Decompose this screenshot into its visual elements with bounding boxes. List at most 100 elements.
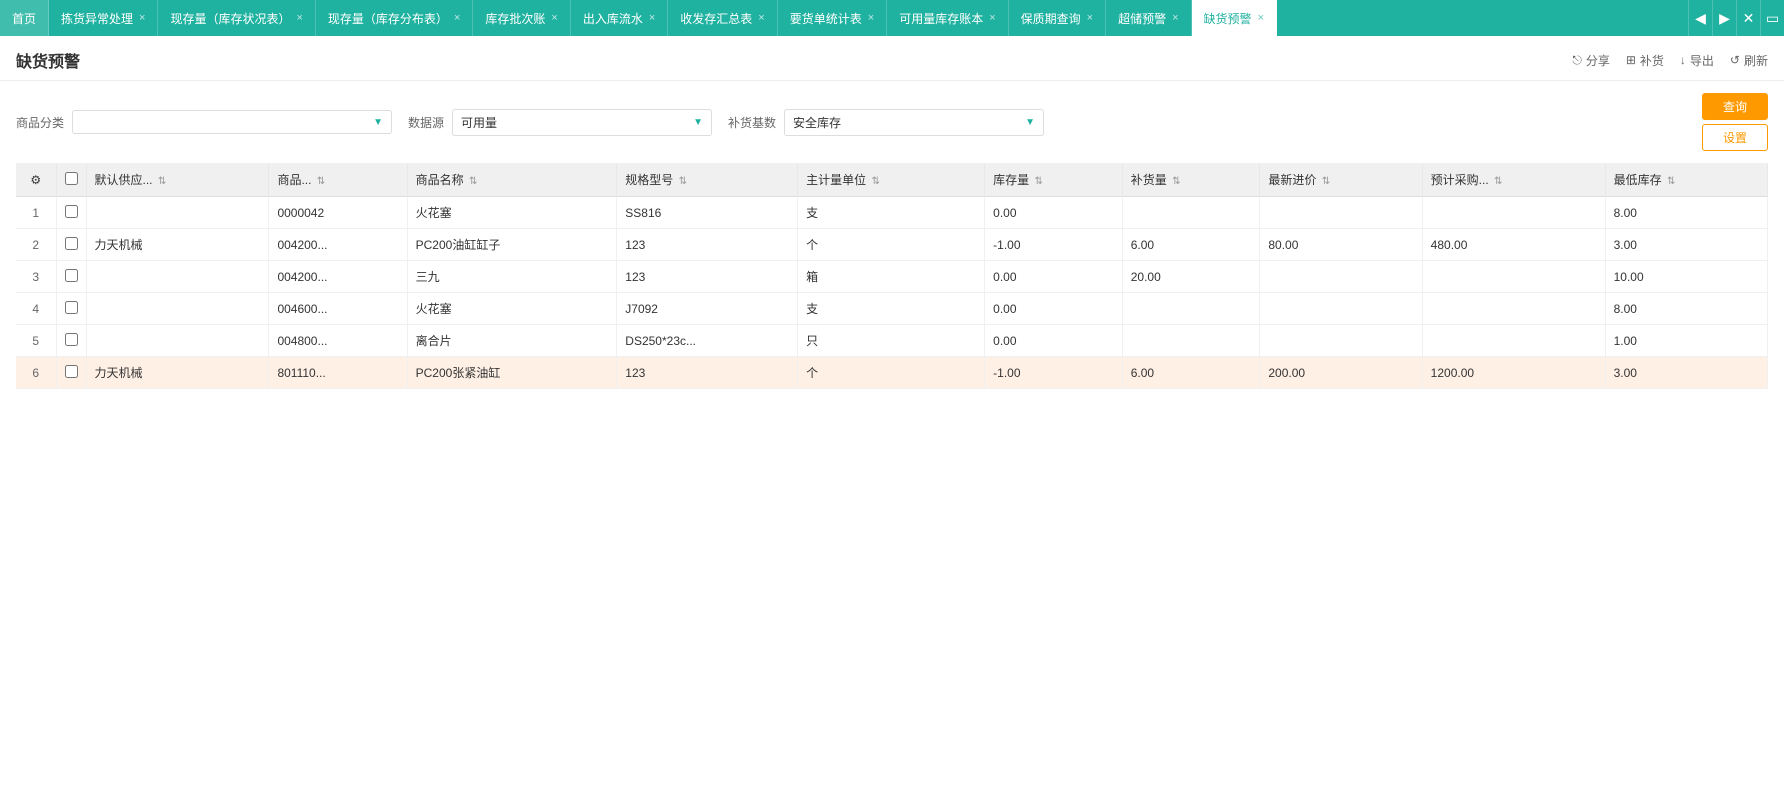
refresh-action[interactable]: ↺ 刷新 xyxy=(1730,52,1768,69)
cell-min-stock: 1.00 xyxy=(1605,325,1767,357)
tab-home[interactable]: 首页 xyxy=(0,0,49,36)
col-min-stock[interactable]: 最低库存 ⇅ xyxy=(1605,163,1767,197)
close-tab-batch-account[interactable]: × xyxy=(551,12,557,24)
select-all-checkbox[interactable] xyxy=(65,172,78,185)
cell-min-stock: 10.00 xyxy=(1605,261,1767,293)
cell-unit: 支 xyxy=(798,197,985,229)
cell-product-code: 0000042 xyxy=(269,197,407,229)
filter-area: 商品分类 ▼ 数据源 可用量 ▼ 补货基数 安全库存 ▼ 查询 设置 xyxy=(0,81,1784,163)
tab-prev-button[interactable]: ◀ xyxy=(1688,0,1712,36)
col-product-code[interactable]: 商品... ⇅ xyxy=(269,163,407,197)
table-row[interactable]: 2 力天机械 004200... PC200油缸缸子 123 个 -1.00 6… xyxy=(16,229,1768,261)
row-checkbox[interactable] xyxy=(65,237,78,250)
cell-min-stock: 3.00 xyxy=(1605,357,1767,389)
tab-restore-button[interactable]: ▭ xyxy=(1760,0,1784,36)
cell-replenish-qty xyxy=(1122,293,1260,325)
cell-product-code: 004800... xyxy=(269,325,407,357)
row-checkbox[interactable] xyxy=(65,269,78,282)
tab-batch-account[interactable]: 库存批次账 × xyxy=(473,0,570,36)
product-category-label: 商品分类 xyxy=(16,114,64,131)
cell-latest-price: 200.00 xyxy=(1260,357,1422,389)
row-checkbox[interactable] xyxy=(65,301,78,314)
tab-order-stats[interactable]: 要货单统计表 × xyxy=(778,0,887,36)
tab-inventory-dist[interactable]: 现存量（库存分布表） × xyxy=(316,0,473,36)
row-checkbox[interactable] xyxy=(65,365,78,378)
sort-unit-icon: ⇅ xyxy=(871,176,879,187)
close-tab-expiry-query[interactable]: × xyxy=(1087,12,1093,24)
cell-estimated-purchase: 1200.00 xyxy=(1422,357,1605,389)
tab-overstock[interactable]: 超储预警 × xyxy=(1106,0,1191,36)
close-tab-inventory-status[interactable]: × xyxy=(296,12,302,24)
tab-shortage[interactable]: 缺货预警 × xyxy=(1192,0,1277,36)
cell-estimated-purchase xyxy=(1422,325,1605,357)
sort-spec-icon: ⇅ xyxy=(679,176,687,187)
row-checkbox-cell[interactable] xyxy=(56,229,86,261)
tab-available-ledger[interactable]: 可用量库存账本 × xyxy=(887,0,1008,36)
close-tab-overstock[interactable]: × xyxy=(1172,12,1178,24)
col-default-supplier[interactable]: 默认供应... ⇅ xyxy=(86,163,269,197)
row-checkbox-cell[interactable] xyxy=(56,197,86,229)
replenish-action[interactable]: ⊞ 补货 xyxy=(1626,52,1664,69)
col-product-name[interactable]: 商品名称 ⇅ xyxy=(407,163,617,197)
settings-button[interactable]: 设置 xyxy=(1702,124,1768,151)
col-spec[interactable]: 规格型号 ⇅ xyxy=(617,163,798,197)
col-unit[interactable]: 主计量单位 ⇅ xyxy=(798,163,985,197)
col-estimated-purchase[interactable]: 预计采购... ⇅ xyxy=(1422,163,1605,197)
tab-nav-buttons: ◀ ▶ ✕ ▭ xyxy=(1688,0,1784,36)
cell-spec: J7092 xyxy=(617,293,798,325)
row-number: 3 xyxy=(16,261,56,293)
cell-product-code: 004200... xyxy=(269,261,407,293)
col-checkbox[interactable] xyxy=(56,163,86,197)
gear-settings-icon[interactable]: ⚙ xyxy=(30,173,41,187)
cell-replenish-qty: 20.00 xyxy=(1122,261,1260,293)
row-checkbox-cell[interactable] xyxy=(56,293,86,325)
cell-latest-price: 80.00 xyxy=(1260,229,1422,261)
query-button[interactable]: 查询 xyxy=(1702,93,1768,120)
table-row[interactable]: 3 004200... 三九 123 箱 0.00 20.00 10.00 xyxy=(16,261,1768,293)
share-action[interactable]: ⎋ 分享 xyxy=(1572,52,1610,69)
cell-latest-price xyxy=(1260,197,1422,229)
table-row[interactable]: 4 004600... 火花塞 J7092 支 0.00 8.00 xyxy=(16,293,1768,325)
tab-exception[interactable]: 拣货异常处理 × xyxy=(49,0,158,36)
tab-close-all-button[interactable]: ✕ xyxy=(1736,0,1760,36)
close-tab-available-ledger[interactable]: × xyxy=(989,12,995,24)
tab-bar: 首页 拣货异常处理 × 现存量（库存状况表） × 现存量（库存分布表） × 库存… xyxy=(0,0,1784,36)
data-source-select[interactable]: 可用量 ▼ xyxy=(452,109,712,136)
close-tab-inventory-dist[interactable]: × xyxy=(454,12,460,24)
tab-inout-flow[interactable]: 出入库流水 × xyxy=(571,0,668,36)
tab-next-button[interactable]: ▶ xyxy=(1712,0,1736,36)
close-tab-inout-flow[interactable]: × xyxy=(649,12,655,24)
replenish-base-value: 安全库存 xyxy=(793,114,841,131)
tab-inventory-status[interactable]: 现存量（库存状况表） × xyxy=(158,0,315,36)
cell-default-supplier xyxy=(86,197,269,229)
row-checkbox[interactable] xyxy=(65,333,78,346)
col-latest-price[interactable]: 最新进价 ⇅ xyxy=(1260,163,1422,197)
row-checkbox-cell[interactable] xyxy=(56,261,86,293)
table-row[interactable]: 1 0000042 火花塞 SS816 支 0.00 8.00 xyxy=(16,197,1768,229)
cell-min-stock: 3.00 xyxy=(1605,229,1767,261)
cell-estimated-purchase: 480.00 xyxy=(1422,229,1605,261)
page-title: 缺货预警 xyxy=(16,48,80,72)
close-tab-receipt-summary[interactable]: × xyxy=(758,12,764,24)
col-stock[interactable]: 库存量 ⇅ xyxy=(985,163,1123,197)
tab-expiry-query[interactable]: 保质期查询 × xyxy=(1009,0,1106,36)
row-checkbox-cell[interactable] xyxy=(56,357,86,389)
col-gear[interactable]: ⚙ xyxy=(16,163,56,197)
export-action[interactable]: ↓ 导出 xyxy=(1680,52,1714,69)
cell-spec: 123 xyxy=(617,357,798,389)
cell-default-supplier: 力天机械 xyxy=(86,229,269,261)
col-replenish-qty[interactable]: 补货量 ⇅ xyxy=(1122,163,1260,197)
close-tab-shortage[interactable]: × xyxy=(1258,12,1264,24)
replenish-base-select[interactable]: 安全库存 ▼ xyxy=(784,109,1044,136)
cell-min-stock: 8.00 xyxy=(1605,197,1767,229)
cell-default-supplier: 力天机械 xyxy=(86,357,269,389)
close-tab-order-stats[interactable]: × xyxy=(868,12,874,24)
row-checkbox-cell[interactable] xyxy=(56,325,86,357)
row-checkbox[interactable] xyxy=(65,205,78,218)
product-category-select[interactable]: ▼ xyxy=(72,110,392,134)
tab-receipt-summary[interactable]: 收发存汇总表 × xyxy=(668,0,777,36)
cell-stock: 0.00 xyxy=(985,261,1123,293)
table-row[interactable]: 5 004800... 离合片 DS250*23c... 只 0.00 1.00 xyxy=(16,325,1768,357)
table-row[interactable]: 6 力天机械 801110... PC200张紧油缸 123 个 -1.00 6… xyxy=(16,357,1768,389)
close-tab-exception[interactable]: × xyxy=(139,12,145,24)
